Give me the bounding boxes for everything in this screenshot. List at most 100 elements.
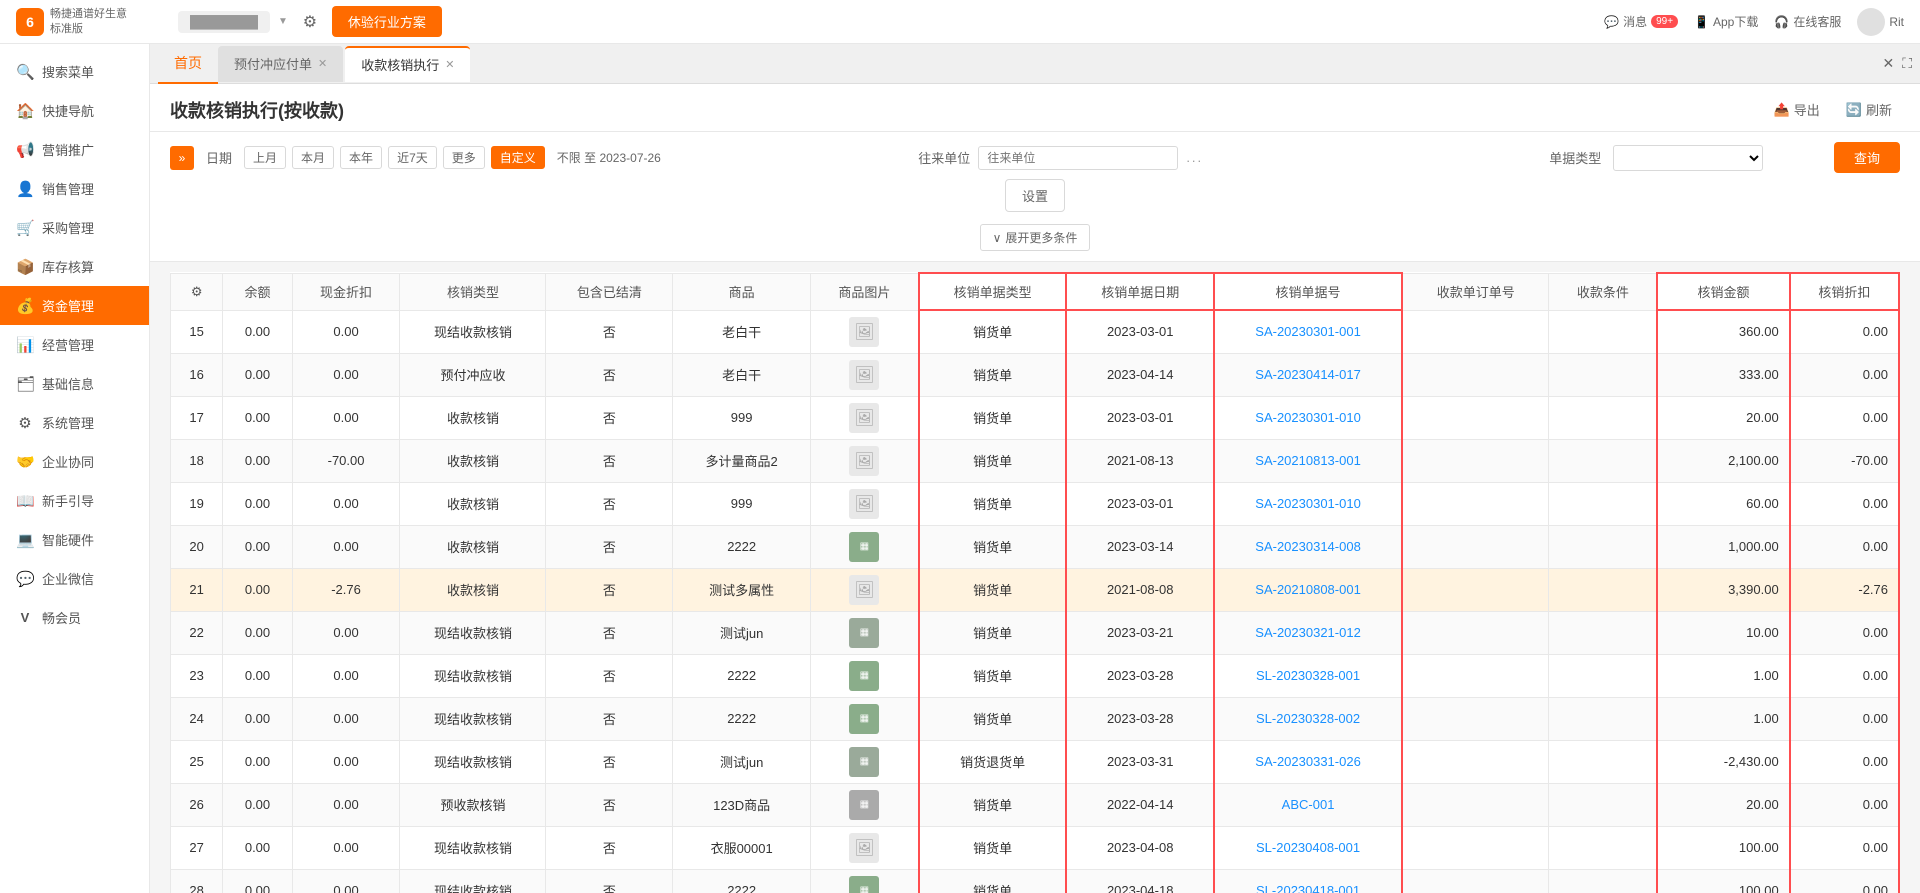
tab-prepay-close[interactable]: ✕ bbox=[318, 57, 327, 70]
sidebar-item-label: 智能硬件 bbox=[42, 530, 94, 549]
sidebar-item-corp[interactable]: 🤝 企业协同 bbox=[0, 442, 149, 481]
verify-number-link[interactable]: ABC-001 bbox=[1282, 797, 1335, 812]
cell-verify-amount: -2,430.00 bbox=[1657, 740, 1789, 783]
sidebar-item-system[interactable]: ⚙ 系统管理 bbox=[0, 403, 149, 442]
cell-verify-discount: 0.00 bbox=[1790, 783, 1899, 826]
online-service-item[interactable]: 🎧 在线客服 bbox=[1774, 13, 1841, 30]
tab-verify-close[interactable]: ✕ bbox=[445, 58, 454, 71]
date-this-month-button[interactable]: 本月 bbox=[292, 146, 334, 169]
col-verify-type: 核销类型 bbox=[400, 273, 546, 310]
cell-verify-number: SL-20230418-001 bbox=[1214, 869, 1402, 893]
cell-verify-date: 2023-03-21 bbox=[1066, 611, 1214, 654]
refresh-button[interactable]: 🔄 刷新 bbox=[1838, 96, 1900, 123]
verify-number-link[interactable]: SL-20230418-001 bbox=[1256, 883, 1360, 893]
sidebar-item-wechat[interactable]: 💬 企业微信 bbox=[0, 559, 149, 598]
company-dropdown-icon[interactable]: ▼ bbox=[278, 16, 288, 27]
cell-goods-image: 🖼 bbox=[810, 353, 918, 396]
sidebar-item-sales[interactable]: 👤 销售管理 bbox=[0, 169, 149, 208]
sidebar-item-marketing[interactable]: 📢 营销推广 bbox=[0, 130, 149, 169]
table-area[interactable]: ⚙ 余额 现金折扣 核销类型 包含已结清 商品 商品图片 核销单据类型 核销单据… bbox=[150, 262, 1920, 893]
verify-number-link[interactable]: SA-20210808-001 bbox=[1255, 582, 1361, 597]
sidebar-item-basic[interactable]: 🗂 基础信息 bbox=[0, 364, 149, 403]
online-service-label: 在线客服 bbox=[1793, 13, 1841, 30]
verify-number-link[interactable]: SA-20230314-008 bbox=[1255, 539, 1361, 554]
app-download-item[interactable]: 📱 App下载 bbox=[1694, 13, 1758, 30]
settings-icon[interactable]: ⚙ bbox=[296, 8, 324, 36]
verify-number-link[interactable]: SA-20210813-001 bbox=[1255, 453, 1361, 468]
expand-more-button[interactable]: ∨ 展开更多条件 bbox=[980, 224, 1091, 251]
verify-number-link[interactable]: SA-20230301-010 bbox=[1255, 410, 1361, 425]
app-icon: 📱 bbox=[1694, 15, 1709, 29]
voucher-type-select[interactable] bbox=[1613, 145, 1763, 171]
logo-text: 畅捷通谱好生意 标准版 bbox=[50, 7, 127, 36]
avatar bbox=[1857, 8, 1885, 36]
sidebar-item-search[interactable]: 🔍 搜索菜单 bbox=[0, 52, 149, 91]
date-7days-button[interactable]: 近7天 bbox=[388, 146, 437, 169]
cell-verify-number: ABC-001 bbox=[1214, 783, 1402, 826]
verify-number-link[interactable]: SL-20230328-002 bbox=[1256, 711, 1360, 726]
settings-button[interactable]: 设置 bbox=[1005, 179, 1065, 212]
tab-verify[interactable]: 收款核销执行 ✕ bbox=[345, 46, 470, 82]
verify-number-link[interactable]: SA-20230301-001 bbox=[1255, 324, 1361, 339]
cell-no: 21 bbox=[171, 568, 223, 611]
query-button[interactable]: 查询 bbox=[1834, 142, 1900, 173]
cell-receipt-order-no bbox=[1402, 482, 1549, 525]
export-button[interactable]: 📤 导出 bbox=[1766, 96, 1828, 123]
verify-number-link[interactable]: SA-20230321-012 bbox=[1255, 625, 1361, 640]
cell-verify-type: 现结收款核销 bbox=[400, 310, 546, 353]
cell-verify-voucher-type: 销货退货单 bbox=[919, 740, 1067, 783]
sidebar-item-member[interactable]: V 畅会员 bbox=[0, 598, 149, 637]
sidebar-item-quicknav[interactable]: 🏠 快捷导航 bbox=[0, 91, 149, 130]
page-actions: 📤 导出 🔄 刷新 bbox=[1766, 96, 1900, 123]
cell-verify-date: 2023-03-01 bbox=[1066, 310, 1214, 353]
tab-close-all-button[interactable]: ✕ bbox=[1882, 55, 1894, 72]
cell-include-settled: 否 bbox=[546, 396, 673, 439]
sales-icon: 👤 bbox=[16, 180, 34, 198]
sidebar-item-hardware[interactable]: 💻 智能硬件 bbox=[0, 520, 149, 559]
sidebar-item-operations[interactable]: 📊 经营管理 bbox=[0, 325, 149, 364]
date-group: 上月 本月 本年 近7天 更多 自定义 bbox=[244, 146, 545, 169]
cell-verify-voucher-type: 销货单 bbox=[919, 525, 1067, 568]
cell-cash-discount: 0.00 bbox=[292, 869, 400, 893]
user-item[interactable]: Rit bbox=[1857, 8, 1904, 36]
refresh-icon: 🔄 bbox=[1846, 102, 1862, 118]
sidebar-item-finance[interactable]: 💰 资金管理 bbox=[0, 286, 149, 325]
verify-number-link[interactable]: SA-20230414-017 bbox=[1255, 367, 1361, 382]
cell-no: 15 bbox=[171, 310, 223, 353]
company-name[interactable]: ████████ bbox=[178, 11, 270, 33]
verify-number-link[interactable]: SA-20230331-026 bbox=[1255, 754, 1361, 769]
cell-verify-type: 收款核销 bbox=[400, 396, 546, 439]
sidebar-item-inventory[interactable]: 📦 库存核算 bbox=[0, 247, 149, 286]
top-bar: 6 畅捷通谱好生意 标准版 ████████ ▼ ⚙ 休验行业方案 💬 消息 9… bbox=[0, 0, 1920, 44]
verify-number-link[interactable]: SL-20230408-001 bbox=[1256, 840, 1360, 855]
date-more-button[interactable]: 更多 bbox=[443, 146, 485, 169]
cell-receipt-order-no bbox=[1402, 353, 1549, 396]
basic-icon: 🗂 bbox=[16, 375, 34, 393]
verify-number-link[interactable]: SA-20230301-010 bbox=[1255, 496, 1361, 511]
cell-verify-date: 2023-03-01 bbox=[1066, 482, 1214, 525]
cell-include-settled: 否 bbox=[546, 654, 673, 697]
verify-number-link[interactable]: SL-20230328-001 bbox=[1256, 668, 1360, 683]
cell-verify-number: SA-20230301-010 bbox=[1214, 396, 1402, 439]
date-this-year-button[interactable]: 本年 bbox=[340, 146, 382, 169]
sidebar-item-guide[interactable]: 📖 新手引导 bbox=[0, 481, 149, 520]
sidebar-item-purchase[interactable]: 🛒 采购管理 bbox=[0, 208, 149, 247]
cell-cash-discount: 0.00 bbox=[292, 826, 400, 869]
export-icon: 📤 bbox=[1774, 102, 1790, 118]
cell-goods-image: 🖼 bbox=[810, 568, 918, 611]
col-verify-number: 核销单据号 bbox=[1214, 273, 1402, 310]
unit-input[interactable] bbox=[978, 146, 1178, 170]
message-item[interactable]: 💬 消息 99+ bbox=[1604, 13, 1678, 30]
tab-home[interactable]: 首页 bbox=[158, 44, 218, 84]
filter-toggle-button[interactable]: » bbox=[170, 146, 194, 170]
cell-balance: 0.00 bbox=[223, 525, 292, 568]
cell-cash-discount: 0.00 bbox=[292, 697, 400, 740]
sidebar-item-label: 采购管理 bbox=[42, 218, 94, 237]
tab-prepay[interactable]: 预付冲应付单 ✕ bbox=[218, 46, 343, 82]
industry-solution-button[interactable]: 休验行业方案 bbox=[332, 6, 442, 37]
date-custom-button[interactable]: 自定义 bbox=[491, 146, 545, 169]
tab-maximize-button[interactable]: ⛶ bbox=[1902, 55, 1912, 72]
filter-row: » 日期 上月 本月 本年 近7天 更多 自定义 不限 至 2023-07-26 bbox=[170, 142, 1900, 173]
message-label: 消息 bbox=[1623, 13, 1647, 30]
date-prev-month-button[interactable]: 上月 bbox=[244, 146, 286, 169]
